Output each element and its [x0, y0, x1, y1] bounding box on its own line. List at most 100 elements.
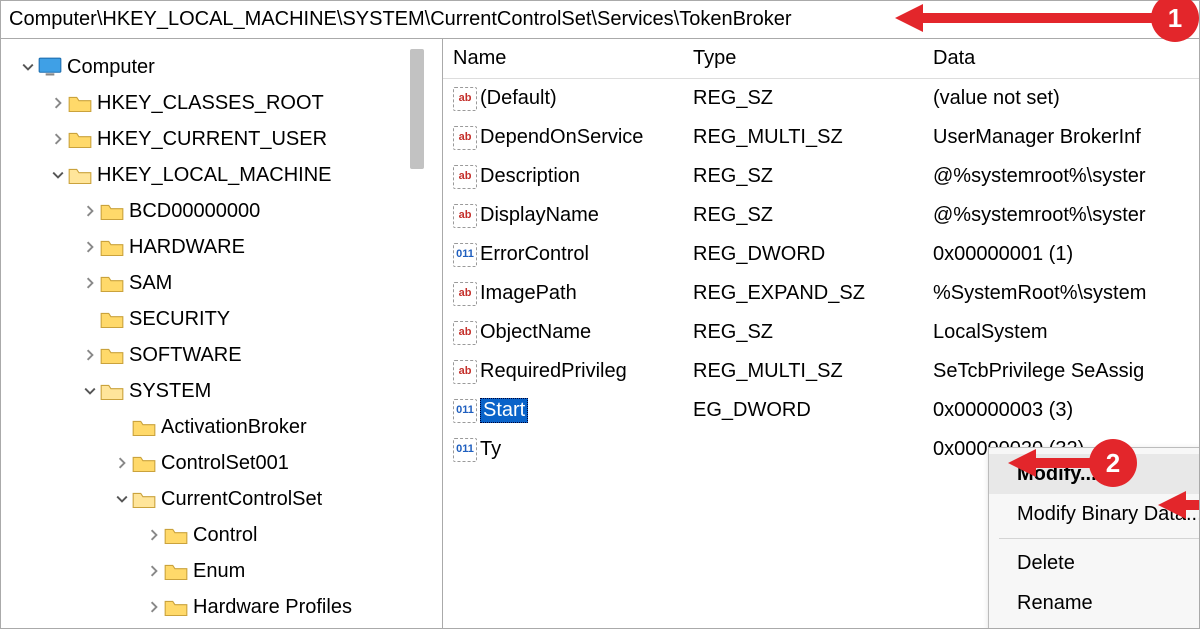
tree-label: SOFTWARE: [129, 344, 242, 367]
value-data: 0x00000003 (3): [923, 399, 1199, 422]
value-name: ErrorControl: [480, 243, 589, 266]
value-row[interactable]: 011ErrorControlREG_DWORD0x00000001 (1): [443, 235, 1199, 274]
value-name: ImagePath: [480, 282, 577, 305]
tree-node-ccs[interactable]: CurrentControlSet: [1, 481, 442, 517]
value-data: 0x00000001 (1): [923, 243, 1199, 266]
tree-label: SECURITY: [129, 308, 230, 331]
tree-label: CurrentControlSet: [161, 488, 322, 511]
value-row[interactable]: abObjectNameREG_SZLocalSystem: [443, 313, 1199, 352]
string-icon: ab: [453, 204, 477, 228]
chevron-right-icon[interactable]: [145, 526, 163, 544]
tree-node-system[interactable]: SYSTEM: [1, 373, 442, 409]
col-name[interactable]: Name: [443, 47, 683, 70]
chevron-down-icon[interactable]: [113, 490, 131, 508]
folder-icon: [99, 272, 125, 294]
tree-node-hklm[interactable]: HKEY_LOCAL_MACHINE: [1, 157, 442, 193]
tree-label: HARDWARE: [129, 236, 245, 259]
chevron-right-icon[interactable]: [113, 454, 131, 472]
ctx-rename[interactable]: Rename: [989, 583, 1199, 623]
tree-node-hkcr[interactable]: HKEY_CLASSES_ROOT: [1, 85, 442, 121]
value-name: Description: [480, 165, 580, 188]
value-data: %SystemRoot%\system: [923, 282, 1199, 305]
tree-node-software[interactable]: SOFTWARE: [1, 337, 442, 373]
value-name: (Default): [480, 87, 557, 110]
value-type: REG_EXPAND_SZ: [683, 282, 923, 305]
value-row[interactable]: abImagePathREG_EXPAND_SZ%SystemRoot%\sys…: [443, 274, 1199, 313]
tree-pane[interactable]: Computer HKEY_CLASSES_ROOT HKEY_CURRENT_…: [1, 39, 443, 628]
tree-node-bcd[interactable]: BCD00000000: [1, 193, 442, 229]
value-name: RequiredPrivileg: [480, 360, 627, 383]
value-data: @%systemroot%\syster: [923, 165, 1199, 188]
dword-icon: 011: [453, 243, 477, 267]
chevron-right-icon[interactable]: [145, 562, 163, 580]
folder-icon: [131, 416, 157, 438]
chevron-down-icon[interactable]: [19, 58, 37, 76]
chevron-right-icon[interactable]: [49, 130, 67, 148]
col-type[interactable]: Type: [683, 47, 923, 70]
tree-label: Hardware Profiles: [193, 596, 352, 619]
computer-icon: [37, 56, 63, 78]
folder-open-icon: [131, 488, 157, 510]
value-name: ObjectName: [480, 321, 591, 344]
chevron-right-icon[interactable]: [81, 202, 99, 220]
folder-icon: [99, 200, 125, 222]
chevron-right-icon[interactable]: [81, 238, 99, 256]
folder-icon: [163, 560, 189, 582]
tree-label: SYSTEM: [129, 380, 211, 403]
tree-scrollbar[interactable]: [410, 49, 424, 169]
tree-label: HKEY_CURRENT_USER: [97, 128, 327, 151]
value-row[interactable]: 011Start EG_DWORD0x00000003 (3): [443, 391, 1199, 430]
tree-node-activation[interactable]: ActivationBroker: [1, 409, 442, 445]
tree-label: BCD00000000: [129, 200, 260, 223]
chevron-down-icon[interactable]: [49, 166, 67, 184]
folder-open-icon: [99, 380, 125, 402]
tree-label: HKEY_CLASSES_ROOT: [97, 92, 324, 115]
value-type: EG_DWORD: [683, 399, 923, 422]
value-name: Ty: [480, 438, 501, 461]
value-row[interactable]: abDependOnServiceREG_MULTI_SZUserManager…: [443, 118, 1199, 157]
value-row[interactable]: abDisplayNameREG_SZ@%systemroot%\syster: [443, 196, 1199, 235]
chevron-right-icon[interactable]: [81, 346, 99, 364]
value-row[interactable]: abRequiredPrivilegREG_MULTI_SZSeTcbPrivi…: [443, 352, 1199, 391]
value-type: REG_SZ: [683, 87, 923, 110]
string-icon: ab: [453, 87, 477, 111]
value-name: Start: [480, 398, 528, 423]
value-data: (value not set): [923, 87, 1199, 110]
string-icon: ab: [453, 360, 477, 384]
tree-node-enum[interactable]: Enum: [1, 553, 442, 589]
value-row[interactable]: abDescriptionREG_SZ@%systemroot%\syster: [443, 157, 1199, 196]
folder-icon: [163, 596, 189, 618]
callout-3: 3: [1158, 481, 1199, 529]
tree-node-hwprof[interactable]: Hardware Profiles: [1, 589, 442, 625]
tree-node-hardware[interactable]: HARDWARE: [1, 229, 442, 265]
tree-node-cs001[interactable]: ControlSet001: [1, 445, 442, 481]
string-icon: ab: [453, 165, 477, 189]
value-data: SeTcbPrivilege SeAssig: [923, 360, 1199, 383]
folder-icon: [163, 524, 189, 546]
tree-node-control[interactable]: Control: [1, 517, 442, 553]
dword-icon: 011: [453, 399, 477, 423]
value-type: REG_SZ: [683, 204, 923, 227]
tree-node-sam[interactable]: SAM: [1, 265, 442, 301]
folder-icon: [67, 128, 93, 150]
chevron-right-icon[interactable]: [145, 598, 163, 616]
tree-label: Computer: [67, 56, 155, 79]
list-header[interactable]: Name Type Data: [443, 39, 1199, 79]
folder-open-icon: [67, 164, 93, 186]
folder-icon: [99, 308, 125, 330]
chevron-down-icon[interactable]: [81, 382, 99, 400]
address-bar[interactable]: 1: [1, 1, 1199, 39]
value-row[interactable]: ab(Default) REG_SZ(value not set): [443, 79, 1199, 118]
tree-label: ActivationBroker: [161, 416, 307, 439]
callout-1: 1: [895, 0, 1199, 42]
tree-node-hkcu[interactable]: HKEY_CURRENT_USER: [1, 121, 442, 157]
tree-node-computer[interactable]: Computer: [1, 49, 442, 85]
values-pane[interactable]: Name Type Data ab(Default)REG_SZ(value n…: [443, 39, 1199, 628]
divider: [999, 538, 1199, 539]
ctx-delete[interactable]: Delete: [989, 543, 1199, 583]
chevron-right-icon[interactable]: [49, 94, 67, 112]
chevron-right-icon[interactable]: [81, 274, 99, 292]
folder-icon: [131, 452, 157, 474]
tree-node-security[interactable]: SECURITY: [1, 301, 442, 337]
col-data[interactable]: Data: [923, 47, 1199, 70]
